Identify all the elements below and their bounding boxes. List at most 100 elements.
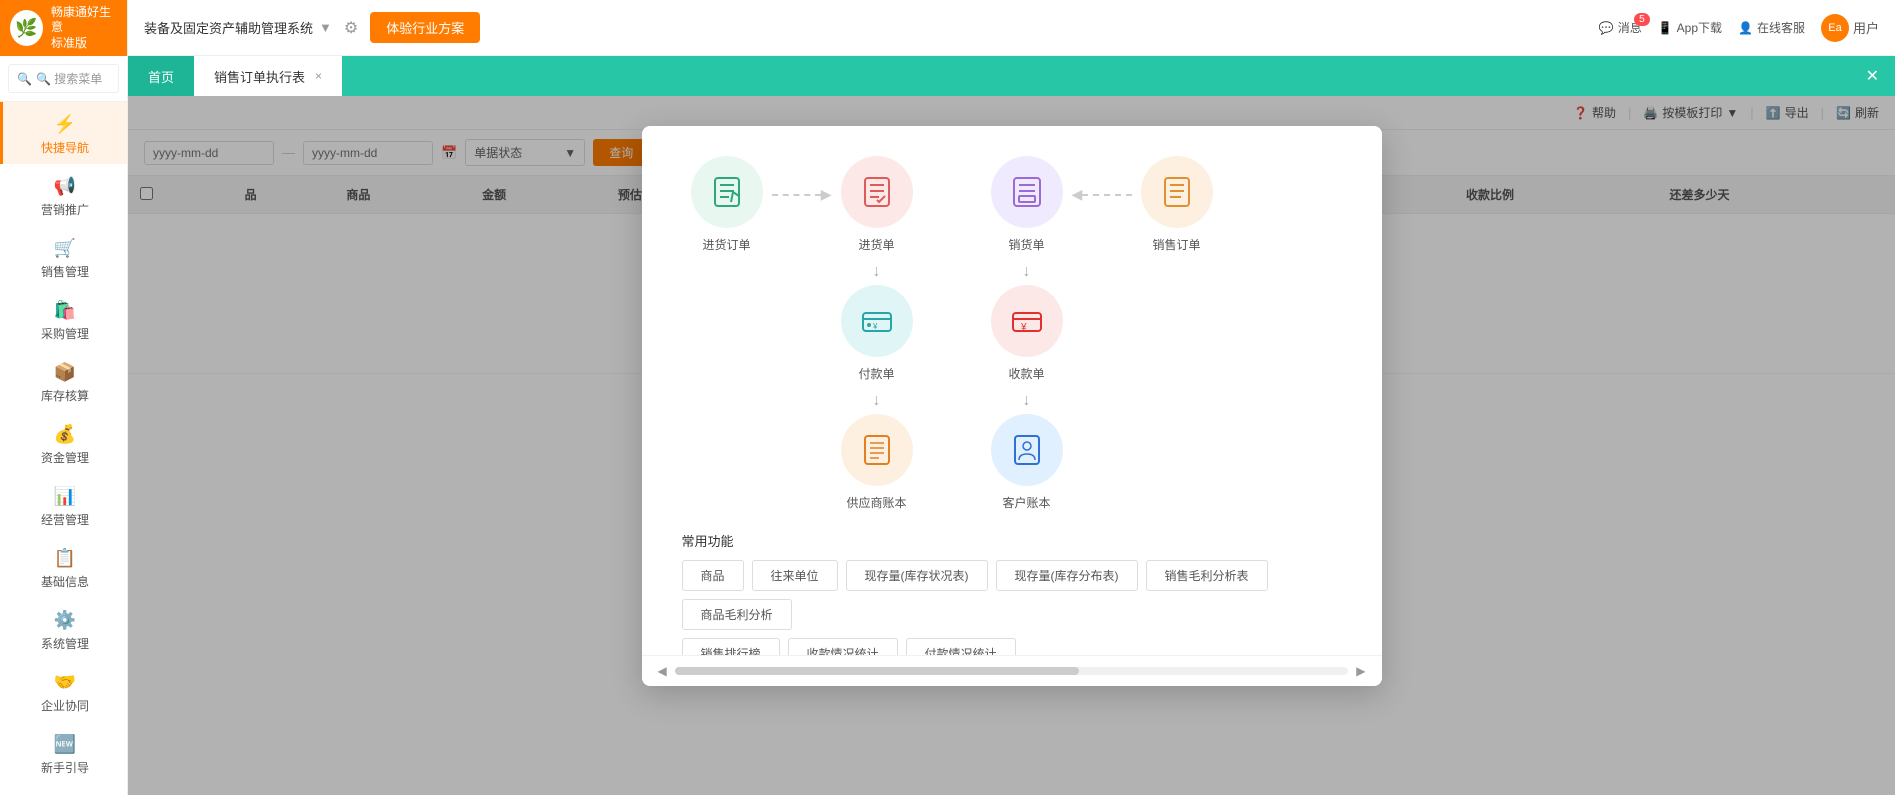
logo-icon: 🌿 — [10, 10, 43, 46]
sidebar-item-marketing[interactable]: 📢 营销推广 — [0, 164, 127, 226]
func-btn-sales-rank[interactable]: 销售排行榜 — [682, 638, 780, 655]
user-avatar: Ea — [1821, 14, 1849, 42]
sidebar-item-guide[interactable]: 🆕 新手引导 — [0, 722, 127, 784]
scroll-thumb — [675, 667, 1079, 675]
search-menu-button[interactable]: 🔍 🔍 搜索菜单 — [8, 64, 119, 93]
sidebar-item-label: 快捷导航 — [41, 139, 89, 156]
scroll-left-icon[interactable]: ◀ — [658, 664, 667, 678]
system-dropdown-icon[interactable]: ▼ — [319, 20, 332, 35]
basic-info-icon: 📋 — [54, 548, 76, 569]
func-buttons-row-1: 商品 往来单位 现存量(库存状况表) 现存量(库存分布表) 销售毛利分析表 商品… — [682, 560, 1342, 630]
supplier-ledger-label: 供应商账本 — [846, 494, 906, 511]
system-title-area: 装备及固定资产辅助管理系统 ▼ — [144, 18, 332, 37]
func-btn-counterpart[interactable]: 往来单位 — [752, 560, 838, 591]
message-badge: 5 — [1634, 13, 1650, 26]
common-functions: 常用功能 商品 往来单位 现存量(库存状况表) 现存量(库存分布表) 销售毛利分… — [682, 531, 1342, 655]
finance-icon: 💰 — [54, 424, 76, 445]
search-icon: 🔍 — [17, 72, 32, 86]
system-title: 装备及固定资产辅助管理系统 — [144, 18, 313, 37]
func-btn-goods[interactable]: 商品 — [682, 560, 744, 591]
user-name: 用户 — [1853, 18, 1879, 37]
sidebar-item-quick-nav[interactable]: ⚡ 快捷导航 — [0, 102, 127, 164]
guide-icon: 🆕 — [54, 734, 76, 755]
func-btn-sales-gross[interactable]: 销售毛利分析表 — [1146, 560, 1268, 591]
flow-node-sales-order[interactable]: 销售订单 — [1132, 156, 1222, 253]
flow-node-purchase-order[interactable]: 进货订单 — [682, 156, 772, 253]
online-service-button[interactable]: 👤 在线客服 — [1738, 19, 1805, 36]
payment-circle: ¥ — [841, 285, 913, 357]
arrow-purchase-order-to-bill: ▶ — [772, 186, 832, 223]
func-btn-payment-stats[interactable]: 付款情况统计 — [906, 638, 1016, 655]
sidebar-item-label: 采购管理 — [41, 325, 89, 342]
flow-node-payment[interactable]: ¥ 付款单 — [832, 285, 922, 382]
sidebar-item-purchase[interactable]: 🛍️ 采购管理 — [0, 288, 127, 350]
tabbar: 首页 销售订单执行表 × ✕ — [128, 56, 1895, 96]
sidebar-item-sales[interactable]: 🛒 销售管理 — [0, 226, 127, 288]
flow-node-customer-ledger[interactable]: 客户账本 — [982, 414, 1072, 511]
quick-nav-modal: 进货订单 ▶ — [642, 126, 1382, 686]
topbar-right: 💬 消息 5 📱 App下载 👤 在线客服 Ea 用户 — [1599, 14, 1879, 42]
down-arrows-row2: ↓ ↓ — [682, 392, 1222, 410]
flow-node-receipt[interactable]: ¥ 收款单 — [982, 285, 1072, 382]
enterprise-icon: 🤝 — [54, 672, 76, 693]
purchase-order-label: 进货订单 — [702, 236, 750, 253]
sidebar-item-basic-info[interactable]: 📋 基础信息 — [0, 536, 127, 598]
supplier-ledger-circle — [841, 414, 913, 486]
settings-gear-icon[interactable]: ⚙ — [344, 18, 358, 38]
sidebar-item-finance[interactable]: 💰 资金管理 — [0, 412, 127, 474]
sidebar-item-system[interactable]: ⚙️ 系统管理 — [0, 598, 127, 660]
common-funcs-title: 常用功能 — [682, 531, 1342, 550]
flow-node-supplier-ledger[interactable]: 供应商账本 — [832, 414, 922, 511]
sidebar-item-label: 基础信息 — [41, 573, 89, 590]
sidebar-item-operations[interactable]: 📊 经营管理 — [0, 474, 127, 536]
operations-icon: 📊 — [54, 486, 76, 507]
flow-diagram: 进货订单 ▶ — [682, 156, 1342, 511]
topbar: 装备及固定资产辅助管理系统 ▼ ⚙ 体验行业方案 💬 消息 5 📱 App下载 … — [128, 0, 1895, 56]
active-tab-label: 销售订单执行表 — [214, 67, 305, 86]
svg-text:¥: ¥ — [1020, 322, 1027, 333]
online-service-icon: 👤 — [1738, 21, 1753, 35]
sales-icon: 🛒 — [54, 238, 76, 259]
tab-home[interactable]: 首页 — [128, 56, 194, 96]
sidebar-logo[interactable]: 🌿 畅康通好生意 标准版 — [0, 0, 127, 56]
user-avatar-area[interactable]: Ea 用户 — [1821, 14, 1879, 42]
purchase-icon: 🛍️ — [54, 300, 76, 321]
func-btn-goods-gross[interactable]: 商品毛利分析 — [682, 599, 792, 630]
sidebar-item-inventory[interactable]: 📦 库存核算 — [0, 350, 127, 412]
purchase-bill-circle — [841, 156, 913, 228]
app-download-icon: 📱 — [1658, 21, 1673, 35]
flow-node-purchase-bill[interactable]: 进货单 — [832, 156, 922, 253]
svg-text:¥: ¥ — [872, 322, 878, 331]
arrow-sales-order-to-bill: ◀ — [1072, 186, 1132, 223]
customer-ledger-circle — [991, 414, 1063, 486]
message-button[interactable]: 💬 消息 5 — [1599, 19, 1642, 36]
content-area: ❓ 帮助 | 🖨️ 按模板打印 ▼ | ⬆️ 导出 | 🔄 刷新 — [128, 96, 1895, 795]
tab-sales-execution[interactable]: 销售订单执行表 × — [194, 56, 342, 96]
tab-close-icon[interactable]: × — [315, 69, 322, 83]
modal-scrollbar: ◀ ▶ — [642, 655, 1382, 686]
flow-node-sales-bill[interactable]: 销货单 — [982, 156, 1072, 253]
sidebar-item-enterprise[interactable]: 🤝 企业协同 — [0, 660, 127, 722]
sidebar-nav: ⚡ 快捷导航 📢 营销推广 🛒 销售管理 🛍️ 采购管理 📦 库存核算 💰 — [0, 102, 127, 795]
down-arrows-row: ↓ ↓ — [682, 263, 1222, 281]
marketing-icon: 📢 — [54, 176, 76, 197]
payment-label: 付款单 — [858, 365, 894, 382]
app-download-button[interactable]: 📱 App下载 — [1658, 19, 1722, 36]
func-btn-inventory-dist[interactable]: 现存量(库存分布表) — [996, 560, 1138, 591]
func-btn-receipt-stats[interactable]: 收款情况统计 — [788, 638, 898, 655]
receipt-circle: ¥ — [991, 285, 1063, 357]
sidebar-item-label: 新手引导 — [41, 759, 89, 776]
func-btn-inventory-status[interactable]: 现存量(库存状况表) — [846, 560, 988, 591]
scroll-right-icon[interactable]: ▶ — [1356, 664, 1365, 678]
sales-bill-circle — [991, 156, 1063, 228]
main-close-icon[interactable]: ✕ — [1866, 66, 1895, 86]
scroll-track[interactable] — [675, 667, 1349, 675]
customer-ledger-label: 客户账本 — [1002, 494, 1050, 511]
main-area: 装备及固定资产辅助管理系统 ▼ ⚙ 体验行业方案 💬 消息 5 📱 App下载 … — [128, 0, 1895, 795]
sales-order-circle — [1141, 156, 1213, 228]
quick-nav-icon: ⚡ — [54, 114, 76, 135]
sidebar-item-label: 库存核算 — [41, 387, 89, 404]
experience-btn[interactable]: 体验行业方案 — [370, 12, 480, 43]
system-icon: ⚙️ — [54, 610, 76, 631]
sidebar-item-label: 销售管理 — [41, 263, 89, 280]
